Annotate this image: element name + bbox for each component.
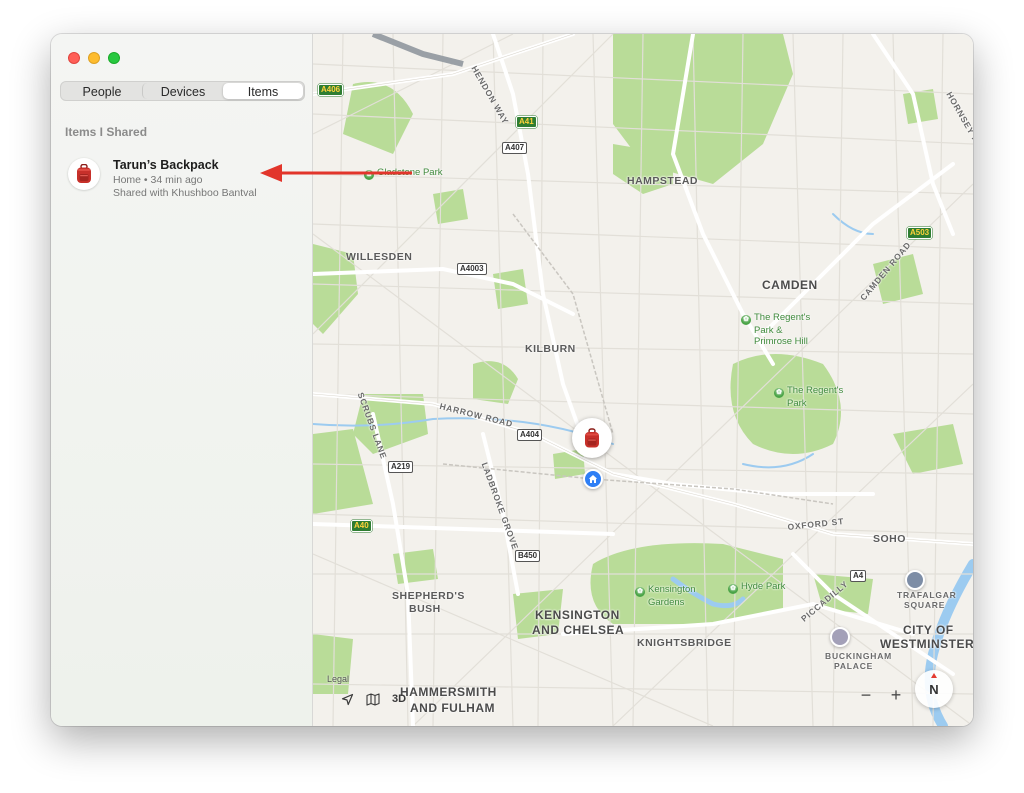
road-shield-a503: A503	[907, 227, 933, 239]
list-item-backpack[interactable]: Tarun’s Backpack Home • 34 min ago Share…	[68, 156, 308, 200]
find-my-window: People Devices Items Items I Shared Taru…	[51, 34, 973, 726]
compass-label: N	[929, 681, 939, 697]
zoom-controls: − +	[855, 684, 907, 706]
tab-devices[interactable]: Devices	[142, 83, 223, 99]
house-icon	[588, 475, 598, 483]
road-shield-a4: A4	[850, 570, 867, 582]
item-shared-with: Shared with Khushboo Bantval	[113, 187, 257, 199]
park-label-regents-primrose[interactable]: ✿ The Regent's Park & Primrose Hill	[741, 312, 810, 347]
home-location-pin[interactable]	[583, 469, 603, 489]
category-tabs: People Devices Items	[60, 81, 305, 101]
legal-link[interactable]: Legal	[327, 674, 349, 684]
park-pin-icon: ✿	[728, 584, 738, 594]
park-pin-icon: ✿	[635, 587, 645, 597]
park-pin-icon: ✿	[774, 388, 784, 398]
road-shield-a4003: A4003	[457, 263, 487, 275]
traffic-lights	[68, 52, 120, 64]
map-icon	[366, 692, 380, 706]
landmark-buckingham-palace-icon[interactable]	[830, 627, 850, 647]
item-location-pin[interactable]	[572, 418, 612, 458]
area-label-hammersmith-2: AND FULHAM	[410, 701, 495, 715]
landmark-trafalgar-square-icon[interactable]	[905, 570, 925, 590]
road-shield-a41: A41	[516, 116, 537, 128]
zoom-in-button[interactable]: +	[885, 684, 907, 706]
road-shield-a404: A404	[517, 429, 543, 441]
area-label-shepherds-bush-1: SHEPHERD'S	[392, 590, 465, 602]
area-label-kilburn: KILBURN	[525, 343, 576, 355]
area-label-knightsbridge: KNIGHTSBRIDGE	[637, 637, 732, 649]
north-indicator-icon	[931, 673, 937, 678]
area-label-hammersmith-1: HAMMERSMITH	[400, 685, 497, 699]
3d-toggle-button[interactable]: 3D	[392, 690, 406, 708]
close-window-button[interactable]	[68, 52, 80, 64]
item-name: Tarun’s Backpack	[113, 158, 219, 172]
map-base	[313, 34, 973, 726]
map-controls: 3D	[341, 690, 406, 708]
backpack-icon	[68, 158, 100, 190]
road-shield-b450: B450	[515, 550, 541, 562]
road-shield-a406: A406	[318, 84, 344, 96]
item-location-status: Home • 34 min ago	[113, 174, 203, 186]
backpack-icon	[585, 427, 599, 447]
park-label-kensington-gardens[interactable]: ✿ Kensington Gardens	[635, 584, 696, 608]
area-label-shepherds-bush-2: BUSH	[409, 603, 441, 615]
tab-people[interactable]: People	[62, 83, 142, 99]
current-location-button[interactable]	[341, 690, 354, 708]
sidebar: People Devices Items Items I Shared Taru…	[51, 34, 313, 726]
park-label-regents[interactable]: ✿ The Regent's Park	[774, 385, 843, 409]
road-shield-a40: A40	[351, 520, 372, 532]
area-label-willesden: WILLESDEN	[346, 251, 413, 263]
area-label-soho: SOHO	[873, 533, 906, 545]
area-label-hampstead: HAMPSTEAD	[627, 175, 699, 187]
area-label-westminster-1: CITY OF	[903, 623, 954, 637]
park-pin-icon: ✿	[741, 315, 751, 325]
tab-items[interactable]: Items	[223, 83, 303, 99]
street-label-buckingham-2: PALACE	[834, 661, 874, 671]
park-label-gladstone[interactable]: ✿ Gladstone Park	[364, 167, 442, 180]
area-label-kensington-2: AND CHELSEA	[532, 623, 625, 637]
area-label-camden: CAMDEN	[762, 278, 818, 292]
road-shield-a407: A407	[502, 142, 528, 154]
section-title: Items I Shared	[65, 125, 148, 139]
street-label-trafalgar-1: TRAFALGAR	[897, 590, 957, 600]
map-view[interactable]: HAMPSTEAD WILLESDEN CAMDEN KILBURN SOHO …	[313, 34, 973, 726]
street-label-buckingham-1: BUCKINGHAM	[825, 651, 893, 661]
street-label-trafalgar-2: SQUARE	[904, 600, 946, 610]
map-style-button[interactable]	[366, 690, 380, 708]
zoom-window-button[interactable]	[108, 52, 120, 64]
minimize-window-button[interactable]	[88, 52, 100, 64]
compass-button[interactable]: N	[915, 670, 953, 708]
park-label-hyde[interactable]: ✿ Hyde Park	[728, 581, 785, 594]
area-label-kensington-1: KENSINGTON	[535, 608, 620, 622]
area-label-westminster-2: WESTMINSTER	[880, 637, 973, 651]
park-pin-icon: ✿	[364, 170, 374, 180]
road-shield-a219: A219	[388, 461, 414, 473]
zoom-out-button[interactable]: −	[855, 684, 877, 706]
location-arrow-icon	[341, 693, 354, 705]
